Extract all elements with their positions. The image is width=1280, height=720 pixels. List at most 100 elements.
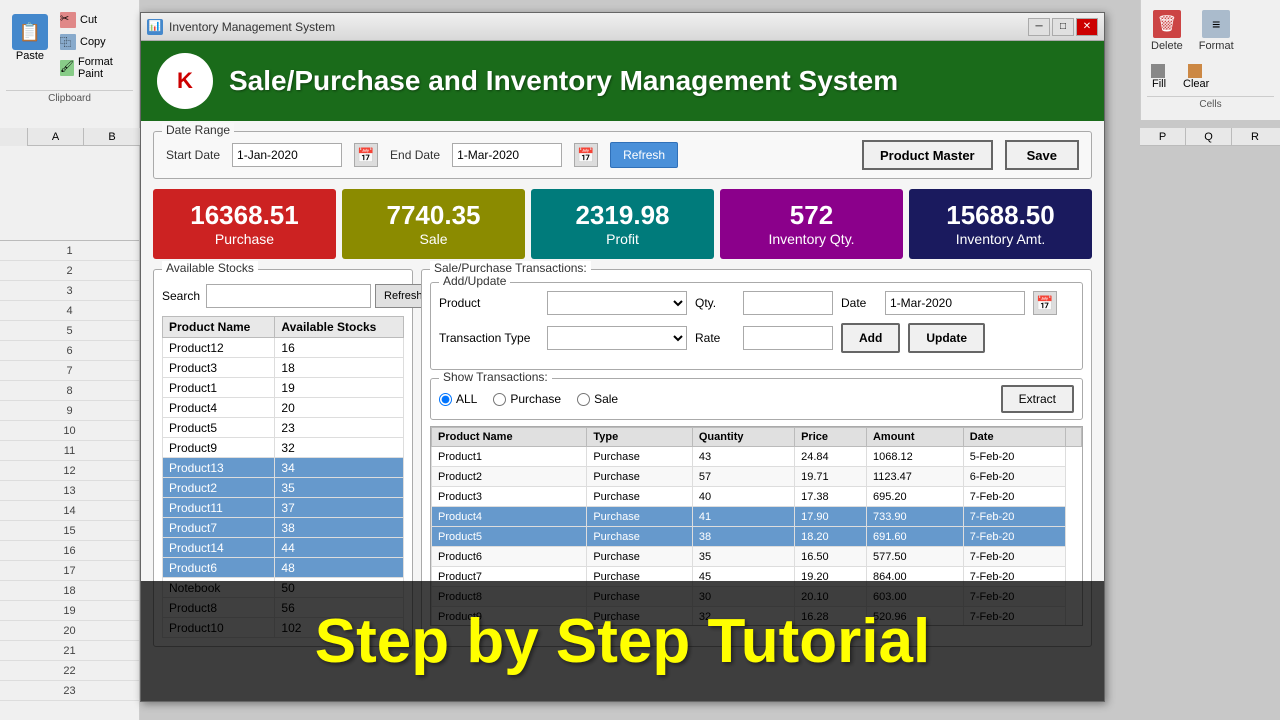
- stock-product-name: Product13: [163, 458, 275, 478]
- form-calendar-icon[interactable]: 📅: [1033, 291, 1057, 315]
- maximize-button[interactable]: □: [1052, 18, 1074, 36]
- trans-type: Purchase: [587, 507, 693, 527]
- radio-purchase[interactable]: Purchase: [493, 392, 561, 406]
- update-button[interactable]: Update: [908, 323, 985, 353]
- trans-type: Purchase: [587, 447, 693, 467]
- stock-qty: 19: [275, 378, 404, 398]
- list-item[interactable]: Product12 16: [163, 338, 404, 358]
- start-date-calendar-icon[interactable]: 📅: [354, 143, 378, 167]
- add-button[interactable]: Add: [841, 323, 900, 353]
- list-item[interactable]: Product13 34: [163, 458, 404, 478]
- excel-row-header: 18: [0, 581, 139, 601]
- excel-row-header: 12: [0, 461, 139, 481]
- excel-row-header: 3: [0, 281, 139, 301]
- date-form-input[interactable]: [885, 291, 1025, 315]
- product-label: Product: [439, 296, 539, 310]
- trans-product-name: Product3: [432, 487, 587, 507]
- close-button[interactable]: ✕: [1076, 18, 1098, 36]
- left-col-headers: A B: [0, 128, 140, 146]
- radio-purchase-input[interactable]: [493, 393, 506, 406]
- th-date: Date: [963, 428, 1065, 447]
- trans-price: 18.20: [795, 527, 867, 547]
- radio-purchase-label: Purchase: [510, 392, 561, 406]
- table-row[interactable]: Product5 Purchase 38 18.20 691.60 7-Feb-…: [432, 527, 1082, 547]
- list-item[interactable]: Product14 44: [163, 538, 404, 558]
- radio-sale[interactable]: Sale: [577, 392, 618, 406]
- excel-row-header: 15: [0, 521, 139, 541]
- table-row[interactable]: Product2 Purchase 57 19.71 1123.47 6-Feb…: [432, 467, 1082, 487]
- fill-icon: [1151, 64, 1165, 78]
- table-row[interactable]: Product4 Purchase 41 17.90 733.90 7-Feb-…: [432, 507, 1082, 527]
- list-item[interactable]: Product9 32: [163, 438, 404, 458]
- clear-button[interactable]: Clear: [1179, 60, 1213, 94]
- delete-button[interactable]: 🗑 Delete: [1147, 6, 1187, 56]
- list-item[interactable]: Product2 35: [163, 478, 404, 498]
- trans-qty: 40: [692, 487, 794, 507]
- transactions-title: Sale/Purchase Transactions:: [430, 261, 591, 275]
- stat-label-0: Purchase: [215, 231, 274, 247]
- date-refresh-button[interactable]: Refresh: [610, 142, 678, 168]
- list-item[interactable]: Product7 38: [163, 518, 404, 538]
- trans-product-name: Product2: [432, 467, 587, 487]
- stat-card-profit: 2319.98 Profit: [531, 189, 714, 259]
- excel-row-header: 20: [0, 621, 139, 641]
- minimize-button[interactable]: ─: [1028, 18, 1050, 36]
- end-date-input[interactable]: [452, 143, 562, 167]
- paste-button[interactable]: 📋 Paste: [8, 10, 52, 82]
- stocks-search-input[interactable]: [206, 284, 371, 308]
- stock-product-name: Product6: [163, 558, 275, 578]
- list-item[interactable]: Product3 18: [163, 358, 404, 378]
- stock-qty: 20: [275, 398, 404, 418]
- radio-sale-input[interactable]: [577, 393, 590, 406]
- stock-qty: 37: [275, 498, 404, 518]
- trans-date: 6-Feb-20: [963, 467, 1065, 487]
- trans-extract-button[interactable]: Extract: [1001, 385, 1074, 413]
- th-product-name: Product Name: [432, 428, 587, 447]
- list-item[interactable]: Product11 37: [163, 498, 404, 518]
- radio-all-input[interactable]: [439, 393, 452, 406]
- cells-label: Cells: [1147, 96, 1274, 110]
- stock-qty: 35: [275, 478, 404, 498]
- excel-row-header: 5: [0, 321, 139, 341]
- trans-type-select[interactable]: [547, 326, 687, 350]
- table-row[interactable]: Product6 Purchase 35 16.50 577.50 7-Feb-…: [432, 547, 1082, 567]
- rate-input[interactable]: [743, 326, 833, 350]
- app-title: Sale/Purchase and Inventory Management S…: [229, 65, 898, 97]
- save-button[interactable]: Save: [1005, 140, 1079, 170]
- trans-price: 16.50: [795, 547, 867, 567]
- fill-button[interactable]: Fill: [1147, 60, 1171, 94]
- stock-product-name: Product12: [163, 338, 275, 358]
- format-button[interactable]: ≡ Format: [1195, 6, 1238, 56]
- start-date-input[interactable]: [232, 143, 342, 167]
- end-date-calendar-icon[interactable]: 📅: [574, 143, 598, 167]
- stock-product-name: Product2: [163, 478, 275, 498]
- product-master-button[interactable]: Product Master: [862, 140, 993, 170]
- list-item[interactable]: Product5 23: [163, 418, 404, 438]
- th-amount: Amount: [866, 428, 963, 447]
- table-row[interactable]: Product1 Purchase 43 24.84 1068.12 5-Feb…: [432, 447, 1082, 467]
- trans-type: Purchase: [587, 487, 693, 507]
- trans-qty: 41: [692, 507, 794, 527]
- col-a: A: [28, 128, 84, 145]
- excel-right-ribbon: 🗑 Delete ≡ Format Fill Clear Cells: [1140, 0, 1280, 120]
- table-row[interactable]: Product3 Purchase 40 17.38 695.20 7-Feb-…: [432, 487, 1082, 507]
- list-item[interactable]: Product1 19: [163, 378, 404, 398]
- trans-price: 17.38: [795, 487, 867, 507]
- product-select[interactable]: [547, 291, 687, 315]
- list-item[interactable]: Product4 20: [163, 398, 404, 418]
- window-titlebar: 📊 Inventory Management System ─ □ ✕: [141, 13, 1104, 41]
- format-paint-button[interactable]: 🖌 Format Paint: [56, 54, 131, 82]
- trans-price: 24.84: [795, 447, 867, 467]
- qty-input[interactable]: [743, 291, 833, 315]
- fill-label: Fill: [1152, 78, 1166, 90]
- trans-date: 7-Feb-20: [963, 507, 1065, 527]
- excel-row-header: 14: [0, 501, 139, 521]
- radio-all[interactable]: ALL: [439, 392, 477, 406]
- radio-group: ALL Purchase Sale: [439, 392, 618, 406]
- trans-product-name: Product6: [432, 547, 587, 567]
- copy-button[interactable]: ⿻ Copy: [56, 32, 131, 52]
- stocks-table-header: Product Name Available Stocks: [163, 317, 404, 338]
- stock-qty: 34: [275, 458, 404, 478]
- list-item[interactable]: Product6 48: [163, 558, 404, 578]
- cut-button[interactable]: ✂ Cut: [56, 10, 131, 30]
